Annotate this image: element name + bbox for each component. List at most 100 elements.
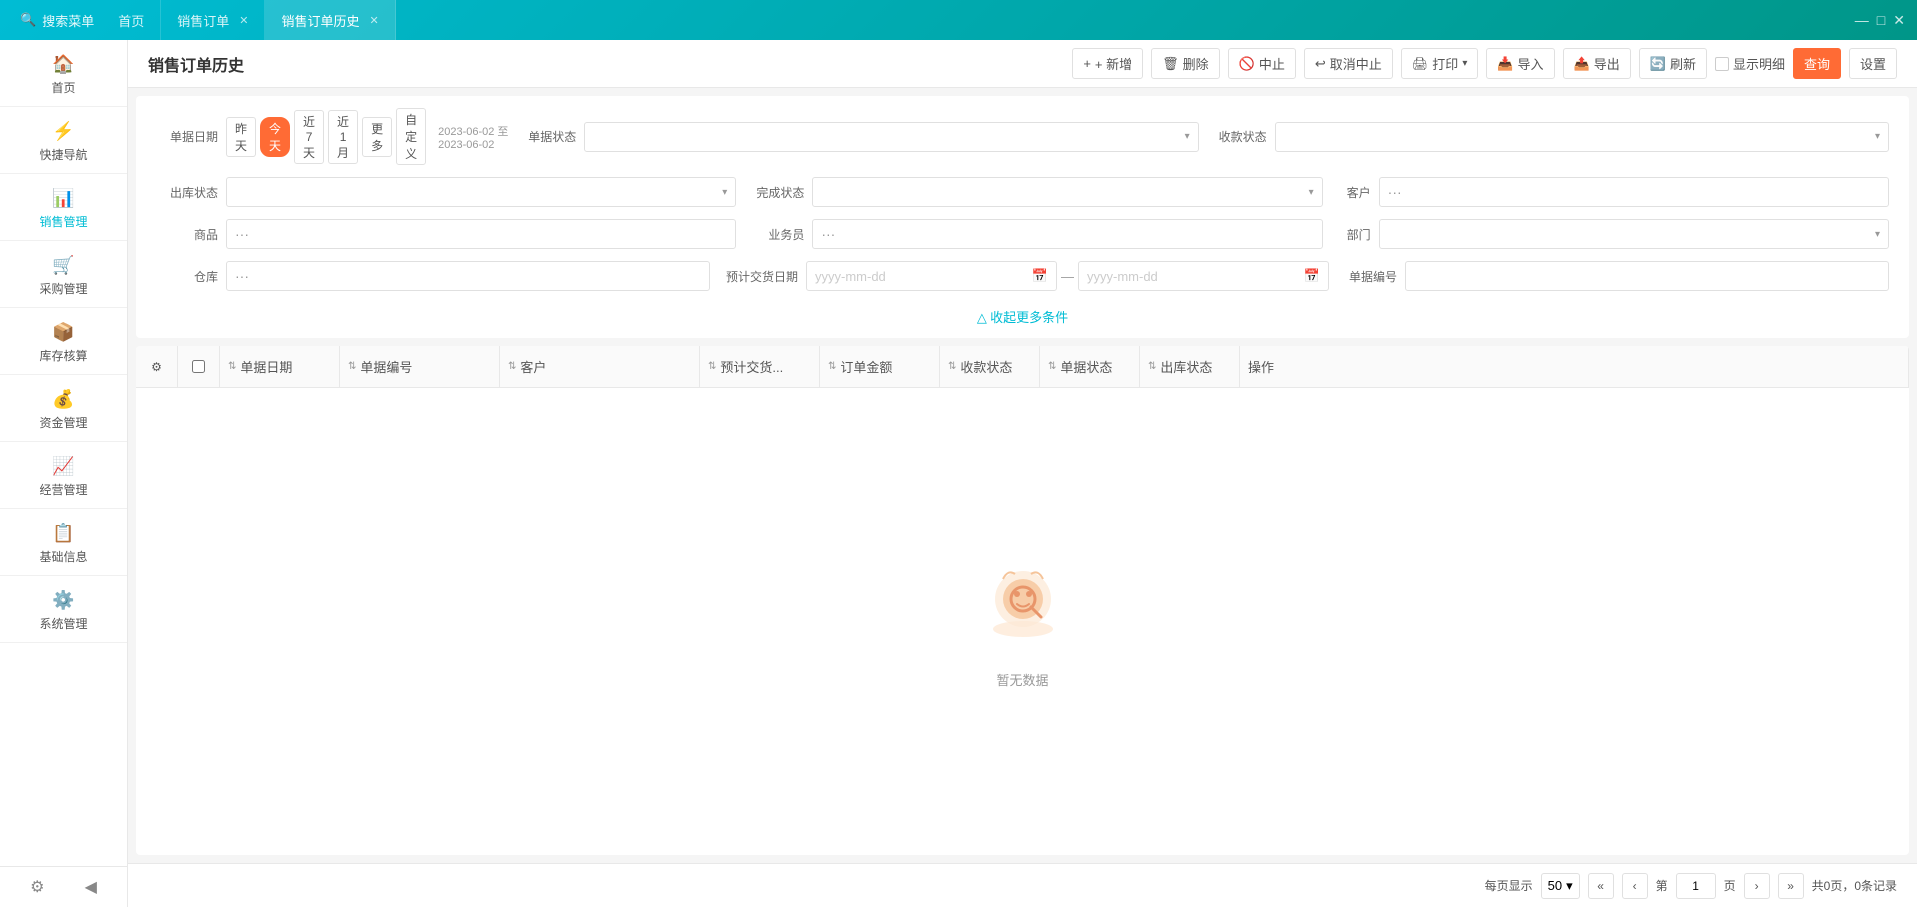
- refresh-button[interactable]: 🔄 刷新: [1639, 48, 1707, 79]
- tab-sales-order-history-close[interactable]: ✕: [369, 14, 378, 27]
- page-number-input[interactable]: [1676, 873, 1716, 899]
- maximize-icon[interactable]: □: [1877, 12, 1885, 28]
- import-button[interactable]: 📥 导入: [1486, 48, 1554, 79]
- goods-input[interactable]: ···: [226, 219, 736, 249]
- sidebar-item-operations[interactable]: 📈 经营管理: [0, 442, 127, 509]
- sidebar-item-finance[interactable]: 💰 资金管理: [0, 375, 127, 442]
- expected-date-from-placeholder: yyyy-mm-dd: [815, 269, 886, 284]
- warehouse-input[interactable]: ···: [226, 261, 710, 291]
- th-delivery-label: 预计交货...: [720, 357, 783, 376]
- tab-sales-order-close[interactable]: ✕: [239, 14, 248, 27]
- minimize-icon[interactable]: —: [1855, 12, 1869, 28]
- salesperson-input[interactable]: ···: [812, 219, 1322, 249]
- th-settings[interactable]: ⚙: [136, 346, 178, 387]
- display-toggle[interactable]: 显示明细: [1715, 54, 1785, 73]
- tab-sales-order-history[interactable]: 销售订单历史 ✕: [265, 0, 395, 40]
- sidebar-item-system-label: 系统管理: [39, 615, 87, 632]
- cancel-stop-icon: ↩: [1315, 56, 1326, 72]
- date-btn-more[interactable]: 更多: [362, 117, 392, 157]
- complete-status-select[interactable]: ▾: [812, 177, 1322, 207]
- th-customer[interactable]: ⇅ 客户: [500, 346, 700, 387]
- page-title: 销售订单历史: [148, 52, 244, 76]
- th-amount-label: 订单金额: [840, 357, 892, 376]
- order-status-select[interactable]: ▾: [584, 122, 1198, 152]
- sidebar-item-quick-nav-label: 快捷导航: [39, 146, 87, 163]
- date-btn-today[interactable]: 今天: [260, 117, 290, 157]
- total-info: 共0页，0条记录: [1812, 877, 1897, 894]
- display-toggle-label: 显示明细: [1733, 54, 1785, 73]
- customer-input[interactable]: ···: [1379, 177, 1889, 207]
- new-button[interactable]: + + 新增: [1072, 48, 1143, 79]
- tab-sales-order[interactable]: 销售订单 ✕: [161, 0, 265, 40]
- sidebar-item-purchase[interactable]: 🛒 采购管理: [0, 241, 127, 308]
- payment-status-select[interactable]: ▾: [1275, 122, 1889, 152]
- sidebar-item-inventory[interactable]: 📦 库存核算: [0, 308, 127, 375]
- calendar-icon-to[interactable]: 📅: [1304, 268, 1320, 284]
- last-page-button[interactable]: »: [1778, 873, 1804, 899]
- calendar-icon-from[interactable]: 📅: [1032, 268, 1048, 284]
- expected-date-from[interactable]: yyyy-mm-dd 📅: [806, 261, 1057, 291]
- salesperson-dots[interactable]: ···: [821, 226, 835, 242]
- department-select[interactable]: ▾: [1379, 219, 1889, 249]
- import-icon: 📥: [1497, 56, 1513, 72]
- purchase-icon: 🛒: [52, 255, 74, 276]
- close-icon[interactable]: ✕: [1893, 12, 1905, 29]
- goods-dots[interactable]: ···: [235, 226, 249, 242]
- empty-state: 暂无数据: [136, 388, 1909, 855]
- sidebar-item-system[interactable]: ⚙️ 系统管理: [0, 576, 127, 643]
- th-payment[interactable]: ⇅ 收款状态: [940, 346, 1040, 387]
- th-order-status[interactable]: ⇅ 单据状态: [1040, 346, 1140, 387]
- base-info-icon: 📋: [52, 523, 74, 544]
- page-size-select[interactable]: 50 ▾: [1541, 873, 1580, 899]
- sidebar-item-sales[interactable]: 📊 销售管理: [0, 174, 127, 241]
- sidebar-item-base-info[interactable]: 📋 基础信息: [0, 509, 127, 576]
- th-number[interactable]: ⇅ 单据编号: [340, 346, 500, 387]
- order-status-label: 单据状态: [524, 128, 584, 145]
- query-button[interactable]: 查询: [1793, 48, 1841, 79]
- first-page-button[interactable]: «: [1588, 873, 1614, 899]
- select-all-checkbox[interactable]: [192, 360, 205, 373]
- order-number-input[interactable]: [1405, 261, 1889, 291]
- date-btn-last7[interactable]: 近7天: [294, 110, 324, 164]
- th-date[interactable]: ⇅ 单据日期: [220, 346, 340, 387]
- print-dropdown-icon: ▾: [1462, 58, 1467, 69]
- date-btn-last30[interactable]: 近1月: [328, 110, 358, 164]
- system-icon: ⚙️: [52, 590, 74, 611]
- sidebar-item-home-label: 首页: [51, 79, 75, 96]
- next-page-button[interactable]: ›: [1744, 873, 1770, 899]
- stop-icon: 🚫: [1239, 56, 1255, 72]
- settings-button[interactable]: 设置: [1849, 48, 1897, 79]
- display-toggle-checkbox[interactable]: [1715, 57, 1729, 71]
- th-amount[interactable]: ⇅ 订单金额: [820, 346, 940, 387]
- cancel-stop-button[interactable]: ↩ 取消中止: [1304, 48, 1393, 79]
- toolbar: + + 新增 🗑 删除 🚫 中止 ↩ 取消中止 🖨 打印: [1072, 48, 1897, 79]
- th-checkbox[interactable]: [178, 346, 220, 387]
- collapse-row[interactable]: △ 收起更多条件: [156, 303, 1889, 330]
- sidebar-item-home[interactable]: 🏠 首页: [0, 40, 127, 107]
- prev-page-button[interactable]: ‹: [1622, 873, 1648, 899]
- sidebar: 🏠 首页 ⚡ 快捷导航 📊 销售管理 🛒 采购管理 📦 库存核算 💰 资金管理 …: [0, 40, 128, 907]
- delete-button[interactable]: 🗑 删除: [1151, 48, 1220, 79]
- th-delivery[interactable]: ⇅ 预计交货...: [700, 346, 820, 387]
- goods-label: 商品: [156, 226, 226, 243]
- customer-dots[interactable]: ···: [1388, 184, 1402, 200]
- sidebar-settings-icon[interactable]: ⚙: [30, 877, 44, 897]
- sidebar-item-purchase-label: 采购管理: [39, 280, 87, 297]
- th-warehouse-status[interactable]: ⇅ 出库状态: [1140, 346, 1240, 387]
- date-btn-yesterday[interactable]: 昨天: [226, 117, 256, 157]
- sidebar-item-quick-nav[interactable]: ⚡ 快捷导航: [0, 107, 127, 174]
- expected-date-to-placeholder: yyyy-mm-dd: [1087, 269, 1158, 284]
- warehouse-dots[interactable]: ···: [235, 268, 249, 284]
- date-btn-custom[interactable]: 自定义: [396, 108, 426, 165]
- export-button[interactable]: 📤 导出: [1563, 48, 1631, 79]
- stop-button[interactable]: 🚫 中止: [1228, 48, 1296, 79]
- top-bar: 🔍 搜索菜单 首页 销售订单 ✕ 销售订单历史 ✕ — □ ✕: [0, 0, 1917, 40]
- out-status-select[interactable]: ▾: [226, 177, 736, 207]
- print-button[interactable]: 🖨 打印 ▾: [1401, 48, 1479, 79]
- sidebar-collapse-icon[interactable]: ◀: [85, 877, 97, 897]
- expected-date-to[interactable]: yyyy-mm-dd 📅: [1078, 261, 1329, 291]
- tab-home[interactable]: 首页: [102, 0, 161, 40]
- search-menu[interactable]: 🔍 搜索菜单: [12, 11, 102, 30]
- filter-row-1: 单据日期 昨天 今天 近7天 近1月 更多 自定义 2023-06-02 至 2…: [156, 108, 1889, 165]
- tab-sales-order-history-label: 销售订单历史: [281, 11, 359, 30]
